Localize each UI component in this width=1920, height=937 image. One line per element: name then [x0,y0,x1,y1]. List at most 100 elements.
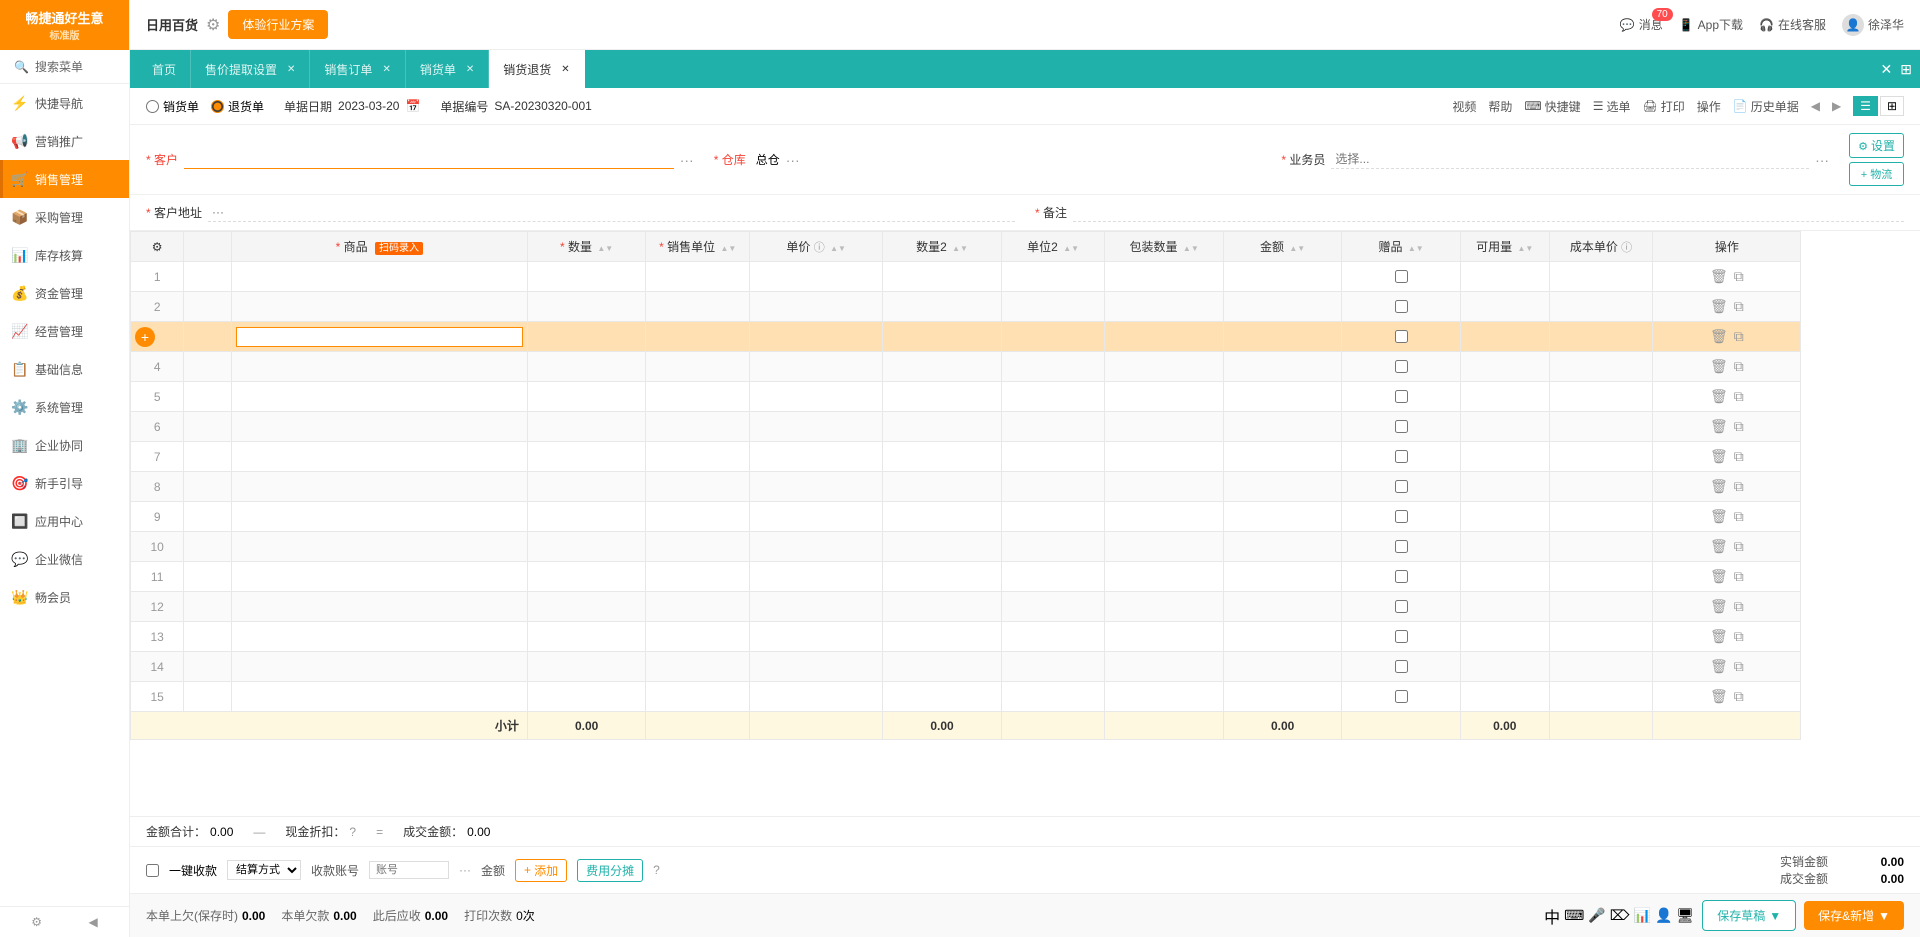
sidebar-item-wechat-biz[interactable]: 💬 企业微信 [0,540,129,578]
row-unit-2[interactable] [646,292,750,322]
row-gift-2[interactable] [1342,292,1460,322]
video-btn[interactable]: 视频 [1452,98,1476,115]
delete-row-7[interactable]: 🗑 [1707,446,1731,467]
row-cost-3[interactable] [1549,322,1653,352]
delete-row-12[interactable]: 🗑 [1707,596,1731,617]
gift-checkbox-14[interactable] [1395,660,1408,673]
copy-row-14[interactable]: ⧉ [1731,656,1747,677]
select-btn[interactable]: ☰ 选单 [1593,98,1631,115]
tab-sales-return-close[interactable]: ✕ [561,64,569,75]
row-gear-1[interactable] [184,262,231,292]
history-btn[interactable]: 📄 历史单据 [1733,98,1799,115]
delete-row-11[interactable]: 🗑 [1707,566,1731,587]
row-avail-1[interactable] [1460,262,1549,292]
gift-checkbox-8[interactable] [1395,480,1408,493]
add-row-btn[interactable]: + [135,327,155,347]
qty-sort[interactable]: ▲▼ [597,244,613,253]
sidebar-item-finance[interactable]: 💰 资金管理 [0,274,129,312]
radio-sales-label[interactable]: 销货单 [146,98,199,115]
im-icon-2[interactable]: ⌨ [1564,907,1584,924]
notes-input[interactable] [1073,203,1904,222]
copy-row-3[interactable]: ⧉ [1731,326,1747,347]
gift-checkbox-6[interactable] [1395,420,1408,433]
row-avail-3[interactable] [1460,322,1549,352]
row-pack-1[interactable] [1105,262,1223,292]
gift-checkbox-10[interactable] [1395,540,1408,553]
dots-picker[interactable]: ··· [459,863,471,877]
gift-checkbox-13[interactable] [1395,630,1408,643]
user-info[interactable]: 👤 徐泽华 [1842,14,1904,36]
gift-checkbox-7[interactable] [1395,450,1408,463]
sidebar-item-basic-info[interactable]: 📋 基础信息 [0,350,129,388]
copy-row-11[interactable]: ⧉ [1731,566,1747,587]
app-download-btn[interactable]: 📱 App下载 [1679,16,1743,33]
delete-row-9[interactable]: 🗑 [1707,506,1731,527]
operate-btn[interactable]: 操作 [1697,98,1721,115]
unit2-sort[interactable]: ▲▼ [1063,244,1079,253]
sidebar-item-member[interactable]: 👑 畅会员 [0,578,129,616]
sidebar-item-new-guide[interactable]: 🎯 新手引导 [0,464,129,502]
topbar-gear-icon[interactable]: ⚙ [206,15,220,35]
prev-record-btn[interactable]: ◀ [1811,99,1820,113]
gift-checkbox-9[interactable] [1395,510,1408,523]
staff-input[interactable] [1331,150,1809,169]
list-view-btn[interactable]: ☰ [1853,96,1878,116]
im-icon-4[interactable]: ⌦ [1610,907,1630,924]
sidebar-item-sys-mgmt[interactable]: ⚙️ 系统管理 [0,388,129,426]
online-service-btn[interactable]: 🎧 在线客服 [1759,16,1826,33]
settlement-method-select[interactable]: 结算方式 [227,860,301,880]
gift-checkbox-3[interactable] [1395,330,1408,343]
experience-btn[interactable]: 体验行业方案 [228,10,328,39]
copy-row-13[interactable]: ⧉ [1731,626,1747,647]
copy-row-8[interactable]: ⧉ [1731,476,1747,497]
calendar-icon[interactable]: 📅 [405,99,420,113]
row-pack-2[interactable] [1105,292,1223,322]
row-unit2-2[interactable] [1001,292,1105,322]
sidebar-item-inventory[interactable]: 📊 库存核算 [0,236,129,274]
tab-sales-delivery-close[interactable]: ✕ [466,64,474,75]
row-cost-1[interactable] [1549,262,1653,292]
price-info-icon[interactable]: ⓘ [814,242,825,254]
price-sort[interactable]: ▲▼ [830,244,846,253]
qty2-sort[interactable]: ▲▼ [952,244,968,253]
message-btn[interactable]: 💬 消息 70 [1620,16,1663,33]
cash-discount-help[interactable]: ? [349,825,356,839]
row-gear-3[interactable] [184,322,231,352]
radio-return-label[interactable]: 退货单 [211,98,264,115]
tab-close-all-icon[interactable]: ✕ [1881,61,1893,78]
delete-row-5[interactable]: 🗑 [1707,386,1731,407]
row-add-btn-cell[interactable]: + [131,322,184,352]
row-avail-2[interactable] [1460,292,1549,322]
next-record-btn[interactable]: ▶ [1832,99,1841,113]
delete-row-1[interactable]: 🗑 [1707,266,1731,287]
row-unit2-1[interactable] [1001,262,1105,292]
cost-info-icon[interactable]: ⓘ [1621,242,1632,254]
search-menu[interactable]: 🔍 搜索菜单 [0,50,129,84]
delete-row-14[interactable]: 🗑 [1707,656,1731,677]
split-help-icon[interactable]: ? [653,863,660,877]
tab-price-setting[interactable]: 售价提取设置 ✕ [191,50,310,88]
copy-row-9[interactable]: ⧉ [1731,506,1747,527]
copy-row-6[interactable]: ⧉ [1731,416,1747,437]
sidebar-item-operations[interactable]: 📈 经营管理 [0,312,129,350]
gift-checkbox-1[interactable] [1395,270,1408,283]
address-input[interactable] [208,203,1015,222]
add-logistics-btn[interactable]: + 物流 [1849,162,1904,186]
shortcuts-btn[interactable]: ⌨ 快捷键 [1524,98,1580,115]
copy-row-15[interactable]: ⧉ [1731,686,1747,707]
row-goods-3[interactable] [231,322,527,352]
sidebar-collapse-btn[interactable]: ◀ [89,915,98,929]
row-qty-3[interactable] [527,322,645,352]
delete-row-13[interactable]: 🗑 [1707,626,1731,647]
copy-row-12[interactable]: ⧉ [1731,596,1747,617]
row-goods-2[interactable] [231,292,527,322]
delete-row-2[interactable]: 🗑 [1707,296,1731,317]
copy-row-4[interactable]: ⧉ [1731,356,1747,377]
gift-sort[interactable]: ▲▼ [1408,244,1424,253]
copy-row-1[interactable]: ⧉ [1731,266,1747,287]
customer-input[interactable] [184,150,674,169]
row-amount-2[interactable] [1223,292,1341,322]
row-gift-1[interactable] [1342,262,1460,292]
delete-row-10[interactable]: 🗑 [1707,536,1731,557]
row-qty2-2[interactable] [883,292,1001,322]
